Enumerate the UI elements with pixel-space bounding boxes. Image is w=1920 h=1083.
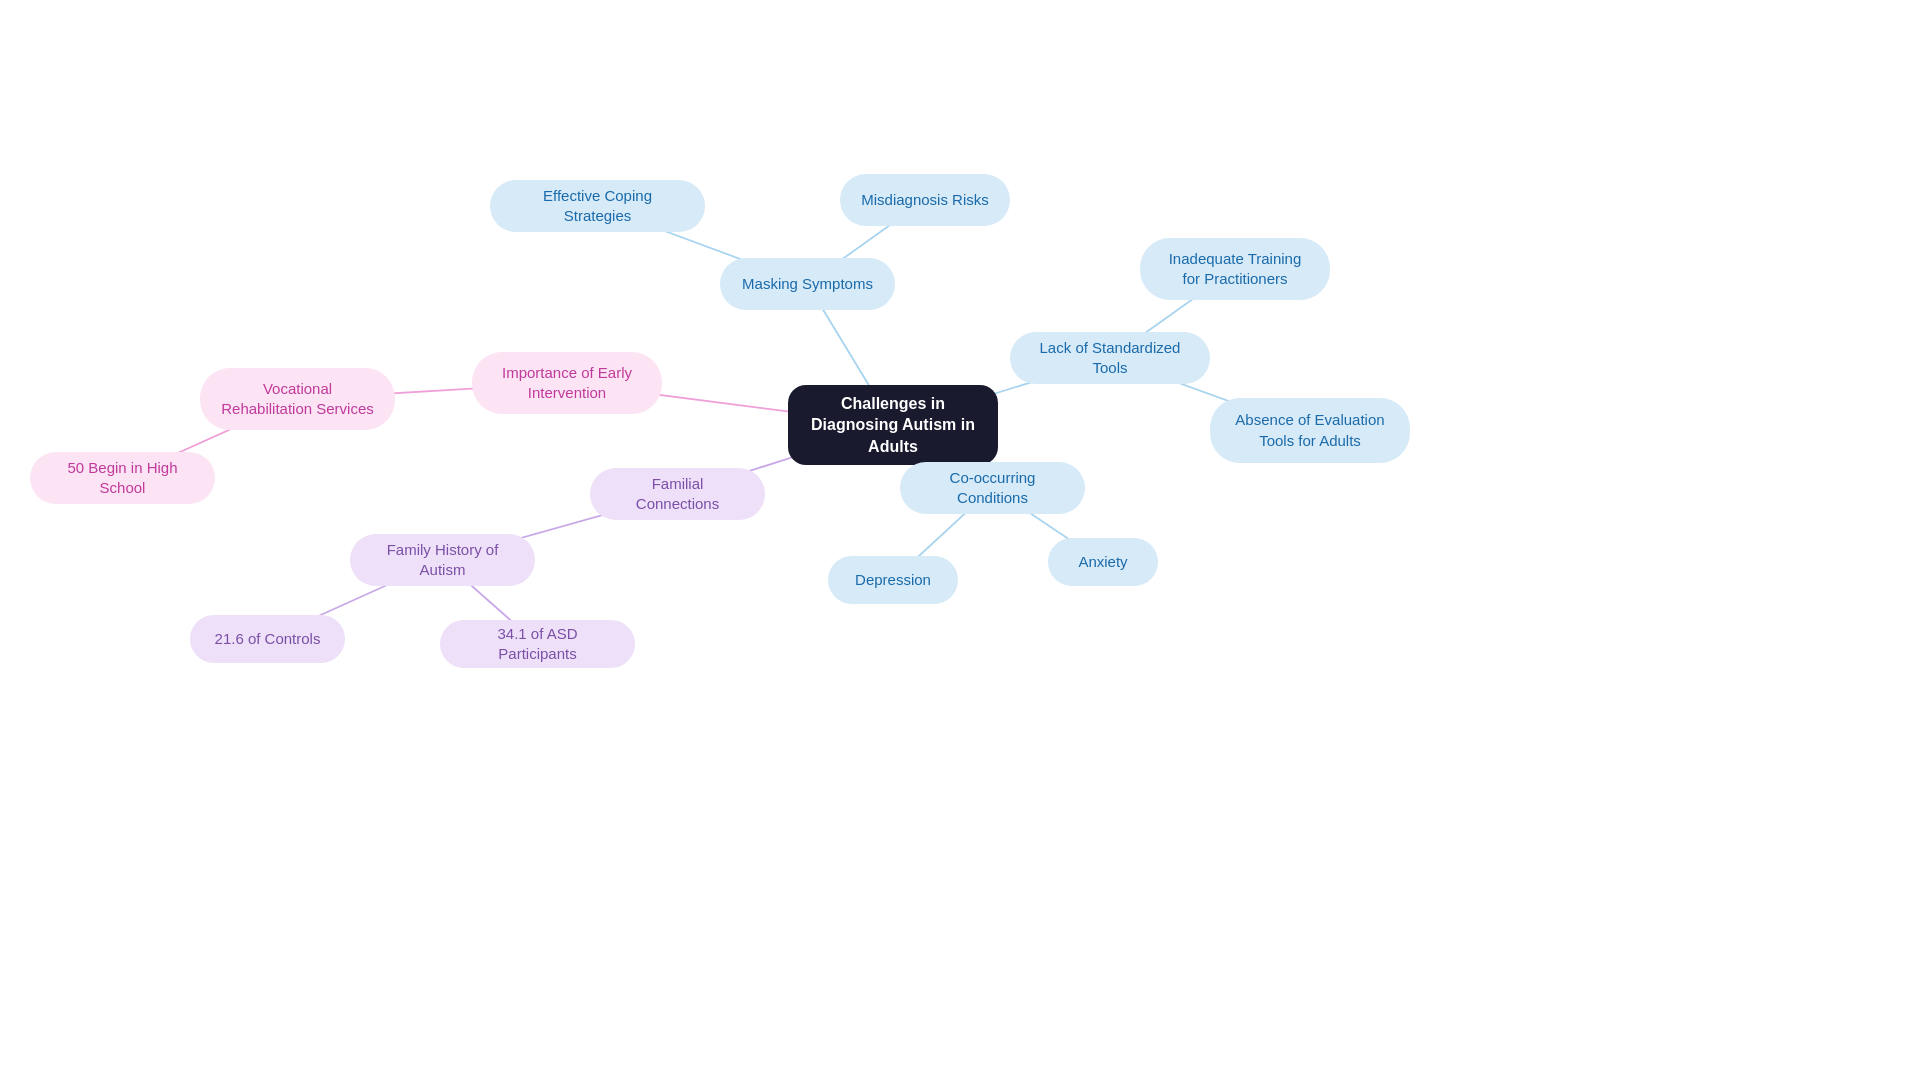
node-asd-participants[interactable]: 34.1 of ASD Participants [440, 620, 635, 668]
node-masking[interactable]: Masking Symptoms [720, 258, 895, 310]
node-misdiagnosis[interactable]: Misdiagnosis Risks [840, 174, 1010, 226]
node-early-intervention[interactable]: Importance of Early Intervention [472, 352, 662, 414]
node-lack-tools[interactable]: Lack of Standardized Tools [1010, 332, 1210, 384]
node-controls[interactable]: 21.6 of Controls [190, 615, 345, 663]
node-anxiety[interactable]: Anxiety [1048, 538, 1158, 586]
node-co-occurring[interactable]: Co-occurring Conditions [900, 462, 1085, 514]
node-effective-coping[interactable]: Effective Coping Strategies [490, 180, 705, 232]
center-node[interactable]: Challenges in Diagnosing Autism in Adult… [788, 385, 998, 465]
node-inadequate-training[interactable]: Inadequate Training for Practitioners [1140, 238, 1330, 300]
connections-svg [0, 0, 1920, 1083]
node-depression[interactable]: Depression [828, 556, 958, 604]
mindmap-container: Challenges in Diagnosing Autism in Adult… [0, 0, 1920, 1083]
node-vocational[interactable]: Vocational Rehabilitation Services [200, 368, 395, 430]
node-absence-eval[interactable]: Absence of Evaluation Tools for Adults [1210, 398, 1410, 463]
node-familial[interactable]: Familial Connections [590, 468, 765, 520]
node-high-school[interactable]: 50 Begin in High School [30, 452, 215, 504]
node-family-history[interactable]: Family History of Autism [350, 534, 535, 586]
